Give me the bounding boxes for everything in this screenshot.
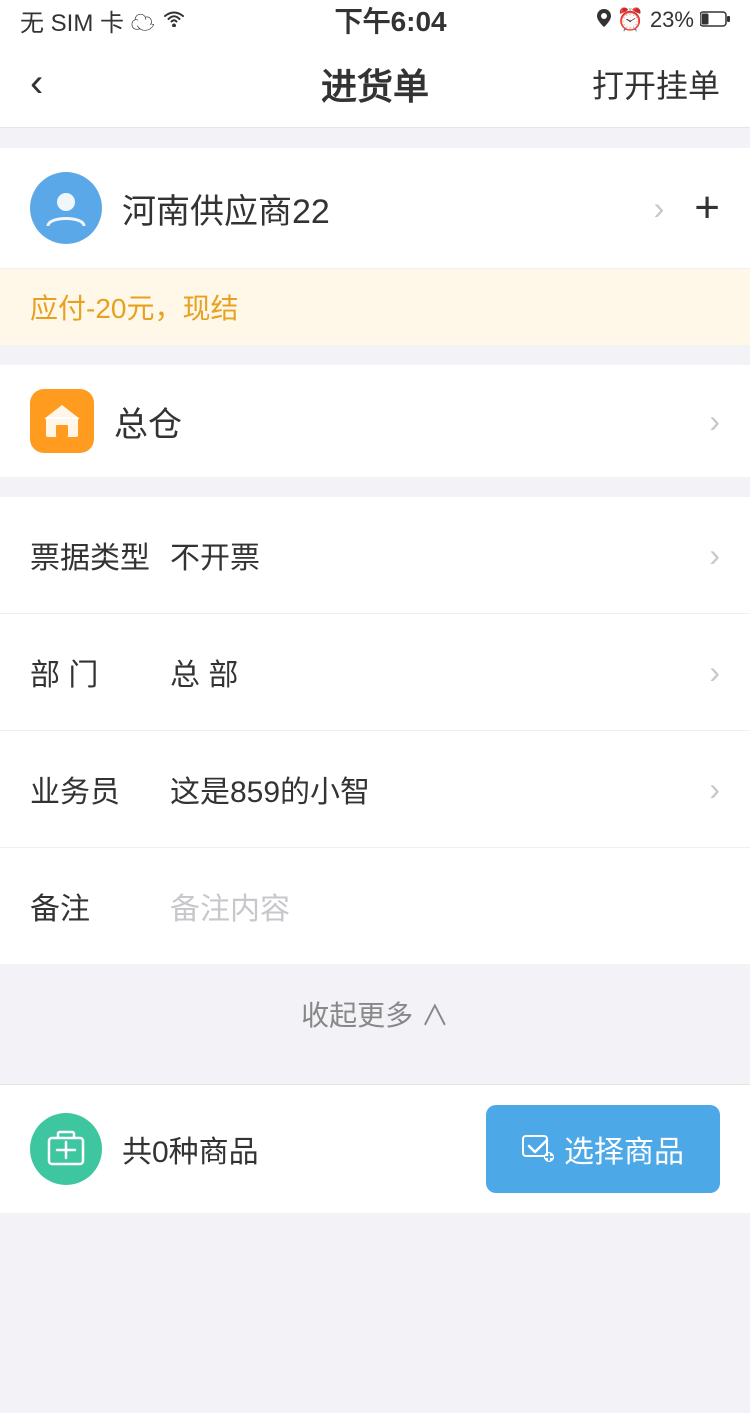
select-product-label: 选择商品 bbox=[564, 1127, 684, 1171]
warehouse-card: 总仓 › bbox=[0, 365, 750, 477]
supplier-name: 河南供应商22 bbox=[122, 184, 654, 233]
invoice-type-chevron-icon: › bbox=[709, 537, 720, 574]
warehouse-row[interactable]: 总仓 › bbox=[0, 365, 750, 477]
supplier-row[interactable]: 河南供应商22 › + bbox=[0, 148, 750, 269]
wifi-icon bbox=[163, 6, 185, 34]
open-pending-button[interactable]: 打开挂单 bbox=[592, 61, 720, 107]
page-background bbox=[0, 1213, 750, 1413]
status-left: 无 SIM 卡 ☁ bbox=[20, 3, 185, 38]
nav-bar: ‹ 进货单 打开挂单 bbox=[0, 40, 750, 128]
status-bar: 无 SIM 卡 ☁ 下午6:04 ⏰ 23% bbox=[0, 0, 750, 40]
section-gap-3 bbox=[0, 477, 750, 497]
supplier-chevron-icon: › bbox=[654, 190, 665, 227]
department-chevron-icon: › bbox=[709, 654, 720, 691]
battery-text: 23% bbox=[650, 7, 694, 33]
warehouse-icon bbox=[30, 389, 94, 453]
section-gap-1 bbox=[0, 128, 750, 148]
salesperson-value: 这是859的小智 bbox=[170, 767, 709, 811]
warehouse-chevron-icon: › bbox=[709, 403, 720, 440]
notes-placeholder: 备注内容 bbox=[170, 884, 720, 928]
back-button[interactable]: ‹ bbox=[30, 61, 43, 106]
alarm-icon: ⏰ bbox=[617, 7, 644, 33]
invoice-type-row[interactable]: 票据类型 不开票 › bbox=[0, 497, 750, 613]
salesperson-row[interactable]: 业务员 这是859的小智 › bbox=[0, 730, 750, 847]
notes-label: 备注 bbox=[30, 884, 170, 928]
product-count-text: 共0种商品 bbox=[122, 1127, 486, 1171]
product-icon bbox=[30, 1113, 102, 1185]
product-bar: 共0种商品 选择商品 bbox=[0, 1084, 750, 1213]
supplier-card: 河南供应商22 › + 应付-20元，现结 bbox=[0, 148, 750, 345]
notes-row[interactable]: 备注 备注内容 bbox=[0, 847, 750, 964]
invoice-type-value: 不开票 bbox=[170, 533, 709, 577]
no-sim-text: 无 SIM 卡 ☁ bbox=[20, 3, 155, 38]
supplier-avatar bbox=[30, 172, 102, 244]
status-time: 下午6:04 bbox=[335, 0, 447, 40]
department-value: 总 部 bbox=[170, 650, 709, 694]
department-row[interactable]: 部 门 总 部 › bbox=[0, 613, 750, 730]
collapse-button[interactable]: 收起更多 ∧ bbox=[0, 964, 750, 1064]
department-label: 部 门 bbox=[30, 650, 170, 694]
salesperson-label: 业务员 bbox=[30, 767, 170, 811]
add-button[interactable]: + bbox=[694, 186, 720, 230]
page-title: 进货单 bbox=[321, 58, 429, 110]
invoice-type-label: 票据类型 bbox=[30, 533, 170, 577]
status-right: ⏰ 23% bbox=[597, 7, 730, 33]
section-gap-2 bbox=[0, 345, 750, 365]
form-card: 票据类型 不开票 › 部 门 总 部 › 业务员 这是859的小智 › 备注 备… bbox=[0, 497, 750, 964]
select-product-button[interactable]: 选择商品 bbox=[486, 1105, 720, 1193]
salesperson-chevron-icon: › bbox=[709, 771, 720, 808]
battery-icon bbox=[700, 7, 730, 33]
notice-banner: 应付-20元，现结 bbox=[0, 269, 750, 345]
warehouse-name: 总仓 bbox=[114, 397, 709, 446]
location-icon bbox=[597, 7, 611, 33]
section-gap-4 bbox=[0, 1064, 750, 1084]
